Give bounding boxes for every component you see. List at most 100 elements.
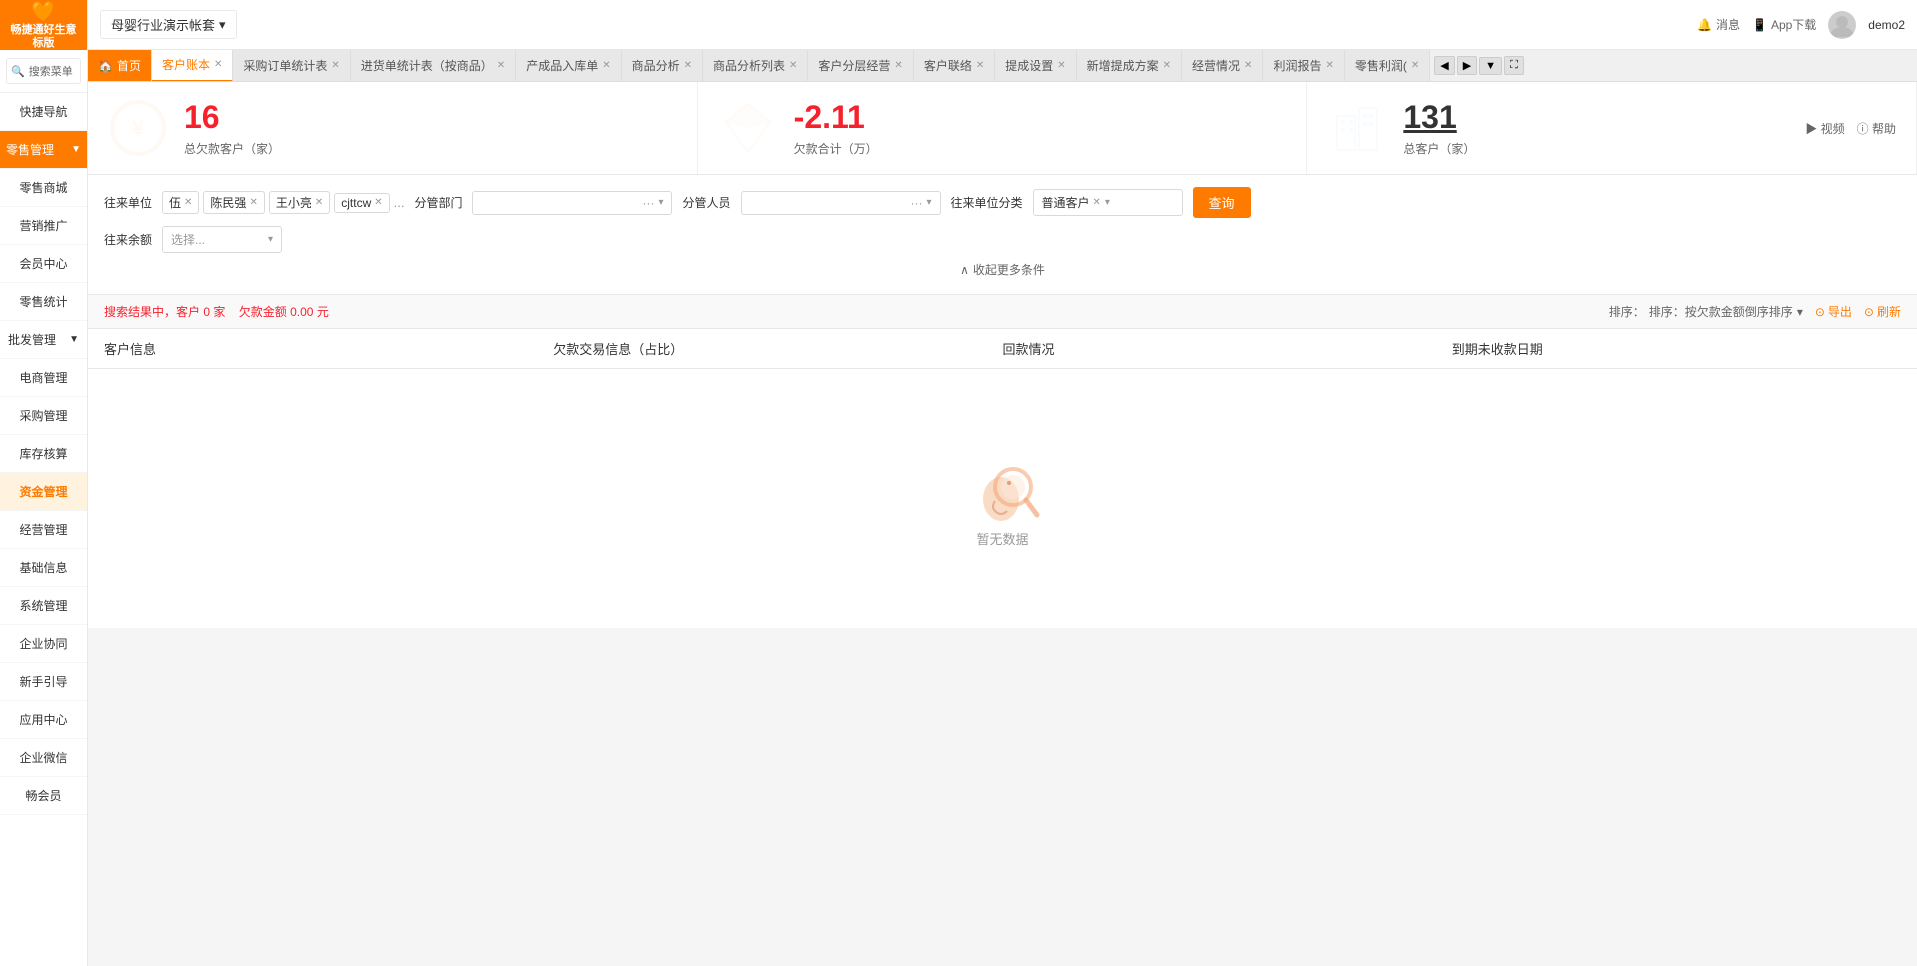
tab-label: 利润报告 xyxy=(1273,57,1321,74)
sort-dropdown[interactable]: 排序： 排序：按欠款金额倒序排序 ▾ xyxy=(1609,303,1803,320)
table-header: 客户信息 欠款交易信息（占比） 回款情况 到期未收款日期 xyxy=(88,329,1917,369)
filter-more-tags[interactable]: ... xyxy=(394,195,405,210)
sidebar-item-inventory[interactable]: 库存核算 xyxy=(0,435,87,473)
sidebar-item-enterprise[interactable]: 企业协同 xyxy=(0,625,87,663)
unit-class-tag[interactable]: 普通客户 ✕ xyxy=(1042,194,1101,211)
sidebar-item-retail-mgmt[interactable]: 零售管理 ▼ xyxy=(0,131,87,169)
sidebar-item-label: 基础信息 xyxy=(19,559,67,576)
tab-close-icon[interactable]: ✕ xyxy=(684,60,692,71)
tab-customer-tier[interactable]: 客户分层经营 ✕ xyxy=(808,50,913,82)
tab-new-raise[interactable]: 新增提成方案 ✕ xyxy=(1077,50,1182,82)
video-link[interactable]: ▶ 视频 xyxy=(1805,120,1844,137)
sidebar-item-purchase-mgmt[interactable]: 采购管理 xyxy=(0,397,87,435)
filter-tag-chen[interactable]: 陈民强 ✕ xyxy=(203,191,264,214)
help-link[interactable]: ⓘ 帮助 xyxy=(1857,120,1896,137)
tab-customer-account[interactable]: 客户账本 ✕ xyxy=(152,50,233,82)
page-content: ¥ 16 总欠款客户（家） -2.11 欠款合计（ xyxy=(88,82,1917,966)
account-dropdown[interactable]: 母婴行业演示帐套 ▾ xyxy=(100,10,237,39)
search-menu-button[interactable]: 🔍 搜索菜单 xyxy=(6,58,81,84)
sidebar-item-app-center[interactable]: 应用中心 xyxy=(0,701,87,739)
person-select[interactable]: ··· ▾ xyxy=(741,191,941,215)
sidebar-item-retail-stats[interactable]: 零售统计 xyxy=(0,283,87,321)
sidebar-item-ecommerce[interactable]: 电商管理 xyxy=(0,359,87,397)
tab-close-icon[interactable]: ✕ xyxy=(1244,60,1252,71)
tag-remove-icon[interactable]: ✕ xyxy=(315,197,323,208)
sidebar-item-member2[interactable]: 畅会员 xyxy=(0,777,87,815)
tab-customer-contact[interactable]: 客户联络 ✕ xyxy=(914,50,995,82)
dept-select[interactable]: ··· ▾ xyxy=(472,191,672,215)
tab-close-icon[interactable]: ✕ xyxy=(497,60,505,71)
stat-info: 16 总欠款客户（家） xyxy=(184,99,280,157)
col-due-date: 到期未收款日期 xyxy=(1452,339,1901,358)
collapse-row: ∧ 收起更多条件 xyxy=(104,261,1901,278)
unit-class-select[interactable]: 普通客户 ✕ ▾ xyxy=(1033,189,1183,216)
logo-line2: 标版 xyxy=(33,37,55,50)
tab-business-status[interactable]: 经营情况 ✕ xyxy=(1182,50,1263,82)
tab-goods-analysis-list[interactable]: 商品分析列表 ✕ xyxy=(703,50,808,82)
tab-close-icon[interactable]: ✕ xyxy=(976,60,984,71)
filter-tag-cjttcw[interactable]: cjttcw ✕ xyxy=(334,193,389,213)
tab-purchase-order[interactable]: 采购订单统计表 ✕ xyxy=(233,50,350,82)
tab-close-icon[interactable]: ✕ xyxy=(331,60,339,71)
sidebar-item-member[interactable]: 会员中心 xyxy=(0,245,87,283)
tab-stock-stats[interactable]: 进货单统计表（按商品） ✕ xyxy=(351,50,516,82)
tag-remove-icon[interactable]: ✕ xyxy=(1093,197,1101,208)
bell-icon: 🔔 xyxy=(1697,18,1712,32)
tag-remove-icon[interactable]: ✕ xyxy=(249,197,257,208)
tab-retail-profit[interactable]: 零售利润( ✕ xyxy=(1345,50,1430,82)
tab-close-icon[interactable]: ✕ xyxy=(1057,60,1065,71)
export-button[interactable]: ⊙ 导出 xyxy=(1815,303,1852,320)
sidebar-item-new-guide[interactable]: 新手引导 xyxy=(0,663,87,701)
dept-filter-label: 分管部门 xyxy=(414,194,462,211)
tab-more[interactable]: ▼ xyxy=(1479,57,1502,75)
tab-label: 商品分析 xyxy=(632,57,680,74)
tab-close-icon[interactable]: ✕ xyxy=(602,60,610,71)
sidebar-item-quick-nav[interactable]: 快捷导航 xyxy=(0,93,87,131)
sidebar-item-system[interactable]: 系统管理 xyxy=(0,587,87,625)
diamond-icon xyxy=(718,98,778,158)
tab-close-icon[interactable]: ✕ xyxy=(894,60,902,71)
tab-scroll-left[interactable]: ◀ xyxy=(1434,56,1454,75)
filter-tag-wu[interactable]: 伍 ✕ xyxy=(162,191,199,214)
tab-close-icon[interactable]: ✕ xyxy=(789,60,797,71)
tab-label: 新增提成方案 xyxy=(1087,57,1159,74)
tab-home[interactable]: 🏠 首页 xyxy=(88,50,152,82)
refresh-button[interactable]: ⊙ 刷新 xyxy=(1864,303,1901,320)
tab-close-icon[interactable]: ✕ xyxy=(1325,60,1333,71)
sidebar-item-marketing[interactable]: 营销推广 xyxy=(0,207,87,245)
tab-scroll-controls: ◀ ▶ ▼ ⛶ xyxy=(1430,56,1528,75)
tab-expand[interactable]: ⛶ xyxy=(1504,56,1524,75)
sidebar-item-wholesale-mgmt[interactable]: 批发管理 ▼ xyxy=(0,321,87,359)
sidebar-item-retail-mall[interactable]: 零售商城 xyxy=(0,169,87,207)
tab-close-icon[interactable]: ✕ xyxy=(1411,60,1419,71)
home-icon: 🏠 xyxy=(98,59,113,73)
collapse-button[interactable]: ∧ 收起更多条件 xyxy=(960,261,1045,278)
sidebar-item-enterprise-wx[interactable]: 企业微信 xyxy=(0,739,87,777)
balance-select[interactable]: 选择... ▾ xyxy=(162,226,282,253)
app-download-button[interactable]: 📱 App下载 xyxy=(1752,16,1816,33)
tab-close-icon[interactable]: ✕ xyxy=(214,59,222,70)
username-label[interactable]: demo2 xyxy=(1868,18,1905,32)
tab-raise-settings[interactable]: 提成设置 ✕ xyxy=(995,50,1076,82)
sidebar-item-label: 电商管理 xyxy=(19,369,67,386)
message-button[interactable]: 🔔 消息 xyxy=(1697,16,1740,33)
sidebar-item-operations[interactable]: 经营管理 xyxy=(0,511,87,549)
tab-goods-analysis[interactable]: 商品分析 ✕ xyxy=(622,50,703,82)
result-count: 0 xyxy=(203,305,210,319)
sidebar-item-basic-info[interactable]: 基础信息 xyxy=(0,549,87,587)
app-logo: 🧡 畅捷通好生意 标版 xyxy=(0,0,87,50)
tab-product-entry[interactable]: 产成品入库单 ✕ xyxy=(516,50,621,82)
yuan-icon: ¥ xyxy=(108,98,168,158)
sidebar-search-area[interactable]: 🔍 搜索菜单 xyxy=(0,50,87,93)
filter-tag-wang[interactable]: 王小亮 ✕ xyxy=(269,191,330,214)
query-button[interactable]: 查询 xyxy=(1193,187,1251,218)
tab-scroll-right[interactable]: ▶ xyxy=(1457,56,1477,75)
tab-close-icon[interactable]: ✕ xyxy=(1163,60,1171,71)
sidebar-item-label: 零售统计 xyxy=(19,293,67,310)
tab-profit-report[interactable]: 利润报告 ✕ xyxy=(1263,50,1344,82)
sidebar-item-label: 企业协同 xyxy=(19,635,67,652)
sidebar-item-label: 零售商城 xyxy=(19,179,67,196)
tag-remove-icon[interactable]: ✕ xyxy=(374,197,382,208)
tag-remove-icon[interactable]: ✕ xyxy=(184,197,192,208)
sidebar-item-finance[interactable]: 资金管理 xyxy=(0,473,87,511)
